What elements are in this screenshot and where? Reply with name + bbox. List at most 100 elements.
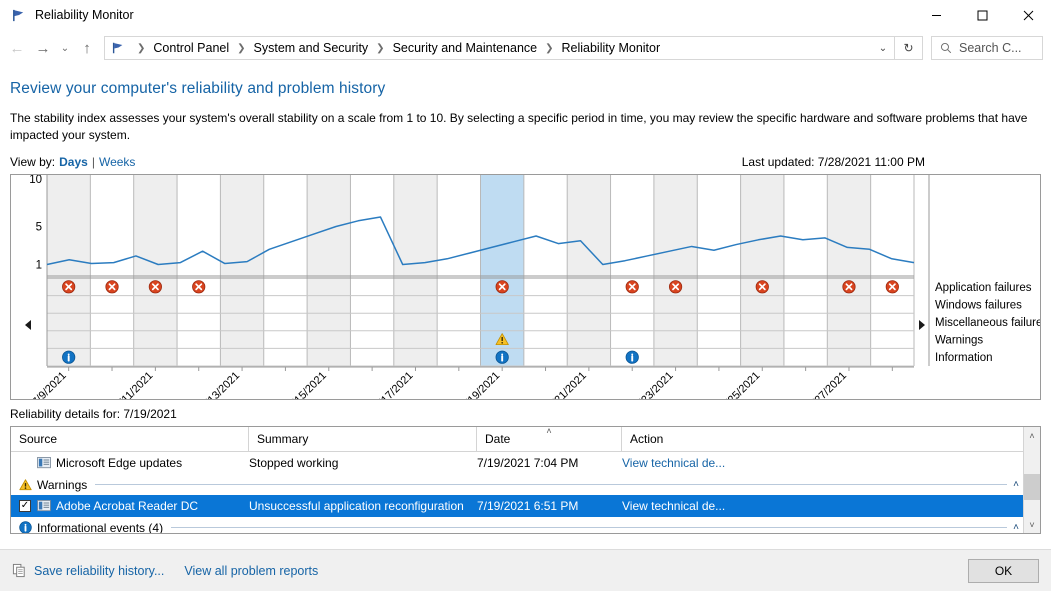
info-icon[interactable] [62,350,76,364]
breadcrumb-separator: ❯ [237,42,246,54]
error-icon[interactable] [842,280,856,294]
legend-label: Information [935,352,993,364]
error-icon[interactable] [625,280,639,294]
info-icon[interactable] [495,350,509,364]
x-axis-tick-label: 7/9/2021 [30,370,69,399]
table-row[interactable]: ✓ Adobe Acrobat Reader DC Unsuccessful ap… [11,495,1023,517]
search-icon [940,42,952,54]
cell-source: Microsoft Edge updates [11,456,249,470]
forward-button[interactable]: → [30,35,56,61]
error-icon[interactable] [885,280,899,294]
group-header-label: Warnings [37,477,88,492]
group-divider [171,527,1008,528]
cell-source-label: Adobe Acrobat Reader DC [56,499,199,513]
close-button[interactable] [1005,0,1051,30]
table-scrollbar[interactable]: ˄ ˅ [1023,427,1040,533]
view-all-problem-reports-link[interactable]: View all problem reports [184,564,318,578]
column-header-action[interactable]: Action [622,427,1023,451]
view-by-weeks-link[interactable]: Weeks [99,155,135,169]
error-icon[interactable] [105,280,119,294]
x-axis-tick-label: 7/27/2021 [806,370,849,399]
search-box[interactable] [931,36,1043,60]
cell-date: 7/19/2021 7:04 PM [477,456,579,470]
view-by-days-link[interactable]: Days [59,155,88,169]
error-icon[interactable] [755,280,769,294]
info-icon[interactable] [625,350,639,364]
x-axis-tick-label: 7/21/2021 [546,370,589,399]
breadcrumb-separator: ❯ [376,42,385,54]
column-header-source[interactable]: Source [11,427,249,451]
scrollbar-thumb[interactable] [1023,474,1040,500]
chart-scroll-right-button[interactable] [919,320,925,330]
minimize-button[interactable] [913,0,959,30]
page-title: Review your computer's reliability and p… [10,80,386,97]
bottom-action-bar: Save reliability history... View all pro… [0,549,1051,591]
warning-icon [19,478,37,491]
cell-date: 7/19/2021 6:51 PM [477,499,579,513]
last-updated-label: Last updated: 7/28/2021 11:00 PM [741,155,925,169]
svg-text:1: 1 [36,260,42,272]
x-axis-tick-label: 7/15/2021 [286,370,329,399]
cell-summary: Unsuccessful application reconfiguration [249,499,464,513]
cell-source-label: Microsoft Edge updates [56,456,183,470]
error-icon[interactable] [495,280,509,294]
chevron-up-icon[interactable]: ˄ [1013,479,1023,490]
ok-button[interactable]: OK [968,558,1039,583]
scroll-up-button[interactable]: ˄ [1024,427,1041,444]
x-axis-tick-label: 7/23/2021 [633,370,676,399]
x-axis-tick-label: 7/19/2021 [459,370,502,399]
details-label: Reliability details for: 7/19/2021 [10,407,177,421]
column-header-summary[interactable]: Summary [249,427,477,451]
chevron-up-icon[interactable]: ˄ [1013,522,1023,533]
refresh-button[interactable]: ↻ [895,36,923,60]
column-header-action-label: Action [630,432,664,446]
search-input[interactable] [959,41,1042,55]
error-icon[interactable] [148,280,162,294]
legend-label: Warnings [935,335,983,347]
breadcrumb-control-panel[interactable]: Control Panel [152,41,230,55]
breadcrumb-reliability-monitor[interactable]: Reliability Monitor [560,41,661,55]
cell-action-link[interactable]: View technical de... [622,499,1023,513]
legend-label: Application failures [935,282,1032,294]
table-header-row: Source Summary ˄ Date Action [11,427,1023,452]
group-header-label: Informational events (4) [37,520,164,534]
breadcrumb-security-and-maintenance[interactable]: Security and Maintenance [392,41,539,55]
breadcrumb-system-and-security[interactable]: System and Security [253,41,370,55]
sort-ascending-icon: ˄ [546,426,552,436]
breadcrumb-separator: ❯ [545,42,554,54]
svg-text:10: 10 [29,175,42,186]
application-icon [37,500,56,512]
legend-label: Windows failures [935,299,1022,311]
address-bar[interactable]: ❯ Control Panel ❯ System and Security ❯ … [104,36,895,60]
column-header-summary-label: Summary [257,432,309,446]
error-icon[interactable] [192,280,206,294]
row-checkbox[interactable]: ✓ [19,500,31,512]
page-description: The stability index assesses your system… [10,111,1028,142]
table-body[interactable]: Microsoft Edge updates Stopped working 7/1… [11,452,1023,533]
chart-scroll-left-button[interactable] [25,320,31,330]
flag-icon [11,8,26,23]
column-header-date[interactable]: ˄ Date [477,427,622,451]
breadcrumb-separator: ❯ [137,42,146,54]
back-button[interactable]: ← [4,35,30,61]
info-icon [19,521,37,533]
error-icon[interactable] [62,280,76,294]
table-group-header[interactable]: Informational events (4) ˄ [11,517,1023,533]
table-row[interactable]: Microsoft Edge updates Stopped working 7/1… [11,452,1023,474]
up-button[interactable]: ↑ [74,35,100,61]
view-by-label: View by: [10,155,56,169]
column-header-date-label: Date [485,432,511,446]
reliability-chart[interactable]: 10 5 1 7/9/2021 7/11/2021 7/13/2021 7/15/2021 7… [10,174,1041,400]
scroll-down-button[interactable]: ˅ [1024,516,1041,533]
error-icon[interactable] [668,280,683,294]
view-by-row: View by: Days | Weeks Last updated: 7/28… [10,155,1041,169]
cell-action-link[interactable]: View technical de... [622,456,1023,470]
maximize-button[interactable] [959,0,1005,30]
recent-locations-button[interactable]: ⌄ [56,35,74,61]
x-axis-tick-label: 7/25/2021 [719,370,762,399]
table-group-header[interactable]: Warnings ˄ [11,474,1023,495]
details-table: Source Summary ˄ Date Action Microsoft E… [10,426,1041,534]
cell-summary: Stopped working [249,456,339,470]
chevron-down-icon[interactable]: ⌄ [872,37,894,59]
save-reliability-history-link[interactable]: Save reliability history... [34,564,164,578]
